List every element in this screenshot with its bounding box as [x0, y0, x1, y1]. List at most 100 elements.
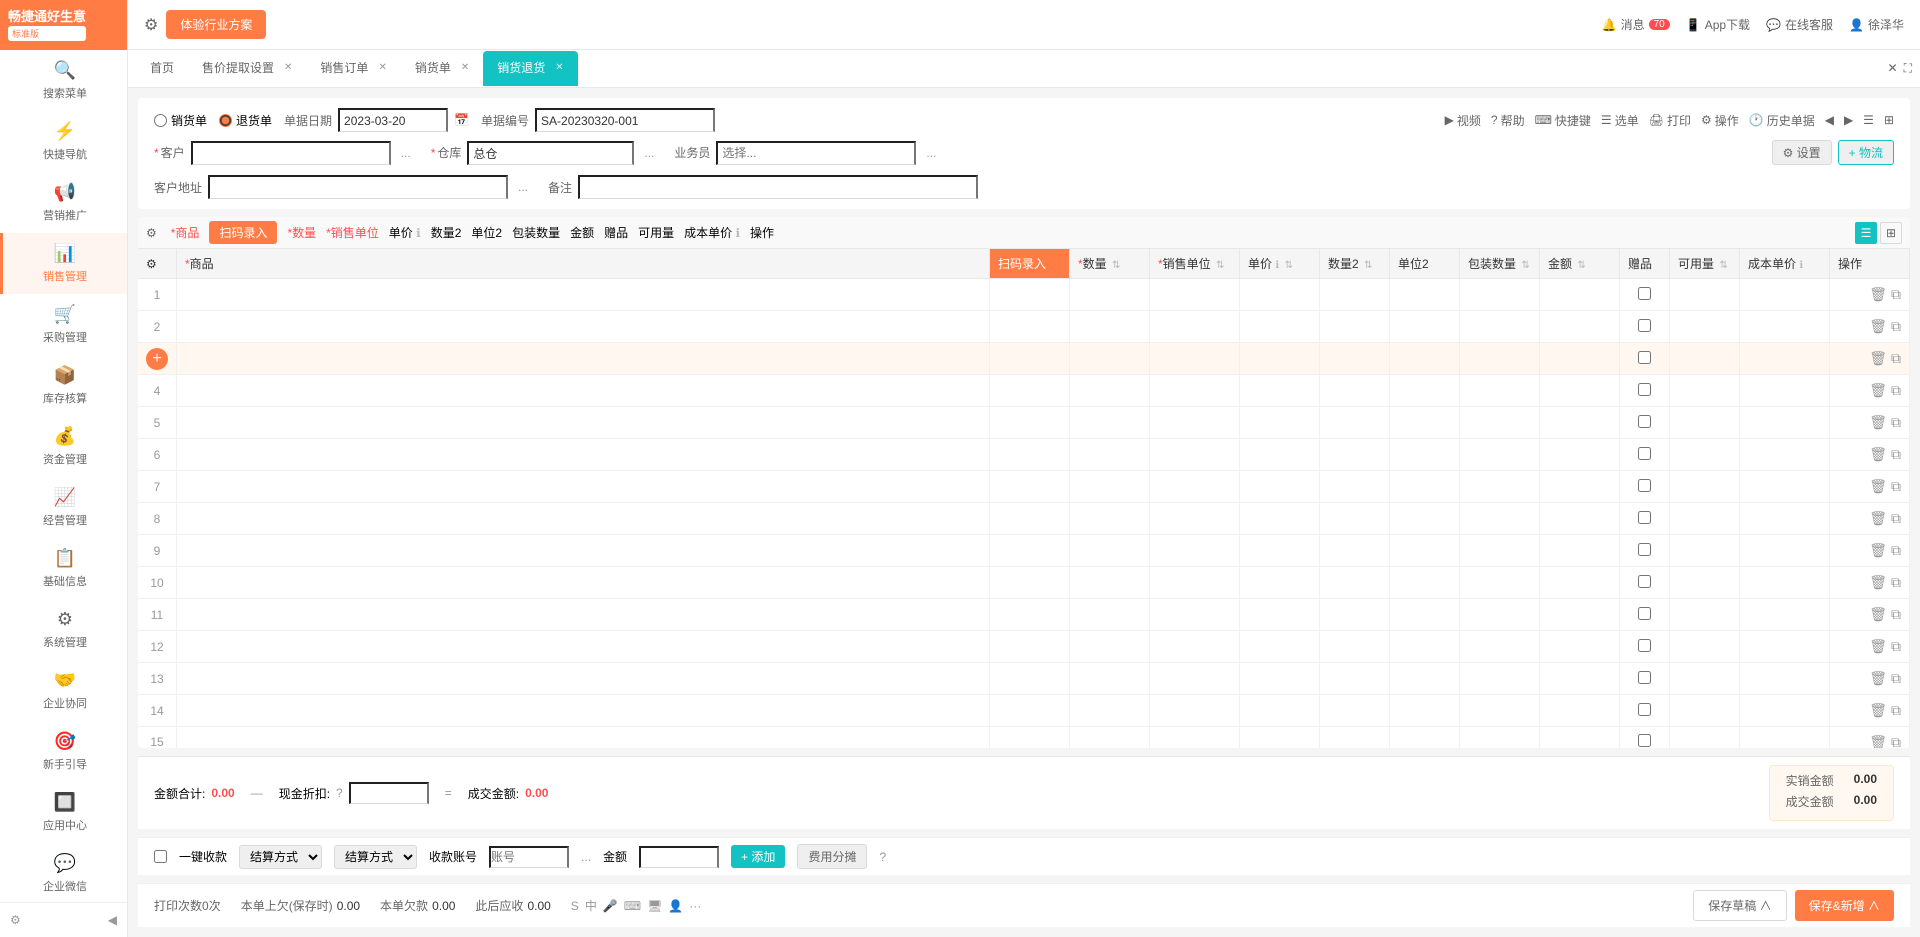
gift-checkbox[interactable]	[1638, 734, 1651, 747]
delete-row-icon[interactable]: 🗑	[1869, 542, 1887, 559]
settings-button[interactable]: ⚙ 设置	[1772, 140, 1832, 165]
price-th-info-icon[interactable]: ℹ	[1275, 260, 1279, 271]
view-list-button[interactable]: ☰	[1855, 222, 1877, 244]
print-btn[interactable]: 🖨 打印	[1649, 112, 1691, 129]
tab-home[interactable]: 首页	[136, 51, 188, 86]
sidebar-item-sales[interactable]: 📊 销售管理	[0, 233, 127, 294]
settle-method-select[interactable]: 结算方式	[239, 845, 322, 869]
gift-cell[interactable]	[1620, 311, 1670, 343]
pack-cell-active[interactable]	[1460, 343, 1540, 375]
online-service-button[interactable]: 💬 在线客服	[1766, 16, 1833, 33]
sidebar-collapse-icon[interactable]: ◀	[108, 913, 117, 927]
delete-row-icon[interactable]: 🗑	[1869, 318, 1887, 335]
unit-sort-icon[interactable]: ⇅	[1216, 260, 1224, 271]
copy-row-icon[interactable]: ⧉	[1891, 542, 1901, 559]
radio-return-input[interactable]	[219, 114, 232, 127]
unit-cell[interactable]	[1150, 311, 1240, 343]
delete-row-icon[interactable]: 🗑	[1869, 734, 1887, 748]
unit2-cell[interactable]	[1390, 311, 1460, 343]
sidebar-item-quicknav[interactable]: ⚡ 快捷导航	[0, 111, 127, 172]
radio-sale[interactable]: 销货单	[154, 112, 207, 129]
delete-row-icon[interactable]: 🗑	[1869, 638, 1887, 655]
product-cell-active[interactable]	[177, 343, 990, 375]
warehouse-ellipsis[interactable]: ...	[640, 146, 658, 160]
expense-help-icon[interactable]: ?	[879, 850, 886, 864]
maximize-icon[interactable]: ⛶	[1904, 61, 1912, 76]
tab-price-extract-close[interactable]: ✕	[284, 62, 292, 73]
copy-row-icon[interactable]: ⧉	[1891, 350, 1901, 367]
gift-cell-active[interactable]	[1620, 343, 1670, 375]
copy-row-icon[interactable]: ⧉	[1891, 734, 1901, 748]
copy-row-icon[interactable]: ⧉	[1891, 510, 1901, 527]
gift-checkbox[interactable]	[1638, 575, 1651, 588]
view-grid-button[interactable]: ⊞	[1880, 222, 1902, 244]
tab-sales-return[interactable]: 销货退货 ✕	[483, 51, 577, 86]
sidebar-item-marketing[interactable]: 📢 营销推广	[0, 172, 127, 233]
gift-checkbox[interactable]	[1638, 703, 1651, 716]
copy-row-icon[interactable]: ⧉	[1891, 446, 1901, 463]
sidebar-item-inventory[interactable]: 📦 库存核算	[0, 355, 127, 416]
cash-discount-input[interactable]	[349, 782, 429, 804]
unit-cell[interactable]	[1150, 279, 1240, 311]
qty-cell[interactable]	[1070, 279, 1150, 311]
product-input-active[interactable]	[185, 352, 981, 366]
amount-cell[interactable]	[1540, 279, 1620, 311]
qty2-cell[interactable]	[1320, 311, 1390, 343]
history-btn[interactable]: 🕐 历史单据	[1749, 112, 1815, 129]
price-info-icon[interactable]: ℹ	[416, 226, 421, 240]
price-cell[interactable]	[1240, 311, 1320, 343]
account-input[interactable]	[489, 846, 569, 868]
sidebar-item-newbie[interactable]: 🎯 新手引导	[0, 721, 127, 782]
view-list-icon[interactable]: ☰	[1863, 113, 1874, 127]
docno-input[interactable]	[535, 108, 715, 132]
save-draft-button[interactable]: 保存草稿 ∧	[1693, 890, 1786, 921]
sidebar-item-operation[interactable]: 📈 经营管理	[0, 477, 127, 538]
delete-row-icon[interactable]: 🗑	[1869, 670, 1887, 687]
save-new-chevron[interactable]: ∧	[1868, 899, 1880, 913]
gift-checkbox-active[interactable]	[1638, 351, 1651, 364]
view-grid-icon[interactable]: ⊞	[1884, 113, 1894, 127]
copy-row-icon[interactable]: ⧉	[1891, 286, 1901, 303]
select-btn[interactable]: ☰ 选单	[1601, 112, 1639, 129]
video-btn[interactable]: ▶ 视频	[1445, 112, 1481, 129]
amount-cell-active[interactable]	[1540, 343, 1620, 375]
product-cell[interactable]	[177, 279, 990, 311]
delete-row-icon[interactable]: 🗑	[1869, 702, 1887, 719]
radio-return[interactable]: 退货单	[219, 112, 272, 129]
save-draft-chevron[interactable]: ∧	[1760, 899, 1772, 913]
gift-checkbox[interactable]	[1638, 415, 1651, 428]
amount-sort-icon[interactable]: ⇅	[1577, 260, 1585, 271]
price-cell-active[interactable]	[1240, 343, 1320, 375]
gift-checkbox[interactable]	[1638, 639, 1651, 652]
qty2-cell[interactable]	[1320, 279, 1390, 311]
pack-cell[interactable]	[1460, 311, 1540, 343]
tab-sales-return-close[interactable]: ✕	[555, 62, 563, 73]
calc-method-select[interactable]: 结算方式	[334, 845, 417, 869]
copy-row-icon[interactable]: ⧉	[1891, 574, 1901, 591]
customer-input[interactable]	[191, 141, 391, 165]
tab-sales-order[interactable]: 销售订单 ✕	[306, 51, 400, 86]
user-avatar[interactable]: 👤 徐泽华	[1849, 16, 1904, 33]
add-row-button[interactable]: +	[146, 348, 168, 370]
help-circle-icon[interactable]: ?	[336, 786, 343, 800]
address-input[interactable]	[208, 175, 508, 199]
price-sort-icon[interactable]: ⇅	[1285, 260, 1293, 271]
cost-th-info-icon[interactable]: ℹ	[1799, 260, 1803, 271]
gift-checkbox[interactable]	[1638, 543, 1651, 556]
close-tab-icon[interactable]: ✕	[1888, 61, 1898, 76]
qty2-sort-icon[interactable]: ⇅	[1364, 260, 1372, 271]
copy-row-icon[interactable]: ⧉	[1891, 414, 1901, 431]
customer-ellipsis[interactable]: ...	[397, 146, 415, 160]
delete-row-icon[interactable]: 🗑	[1869, 286, 1887, 303]
one-click-payment-checkbox[interactable]	[154, 850, 167, 863]
copy-row-icon[interactable]: ⧉	[1891, 318, 1901, 335]
tab-sales-close[interactable]: ✕	[461, 62, 469, 73]
delete-row-icon[interactable]: 🗑	[1869, 510, 1887, 527]
copy-row-icon[interactable]: ⧉	[1891, 382, 1901, 399]
message-button[interactable]: 🔔 消息 70	[1602, 16, 1670, 33]
pack-cell[interactable]	[1460, 279, 1540, 311]
qty2-cell-active[interactable]	[1320, 343, 1390, 375]
delete-row-icon[interactable]: 🗑	[1869, 382, 1887, 399]
pack-sort-icon[interactable]: ⇅	[1521, 260, 1529, 271]
copy-row-icon[interactable]: ⧉	[1891, 638, 1901, 655]
